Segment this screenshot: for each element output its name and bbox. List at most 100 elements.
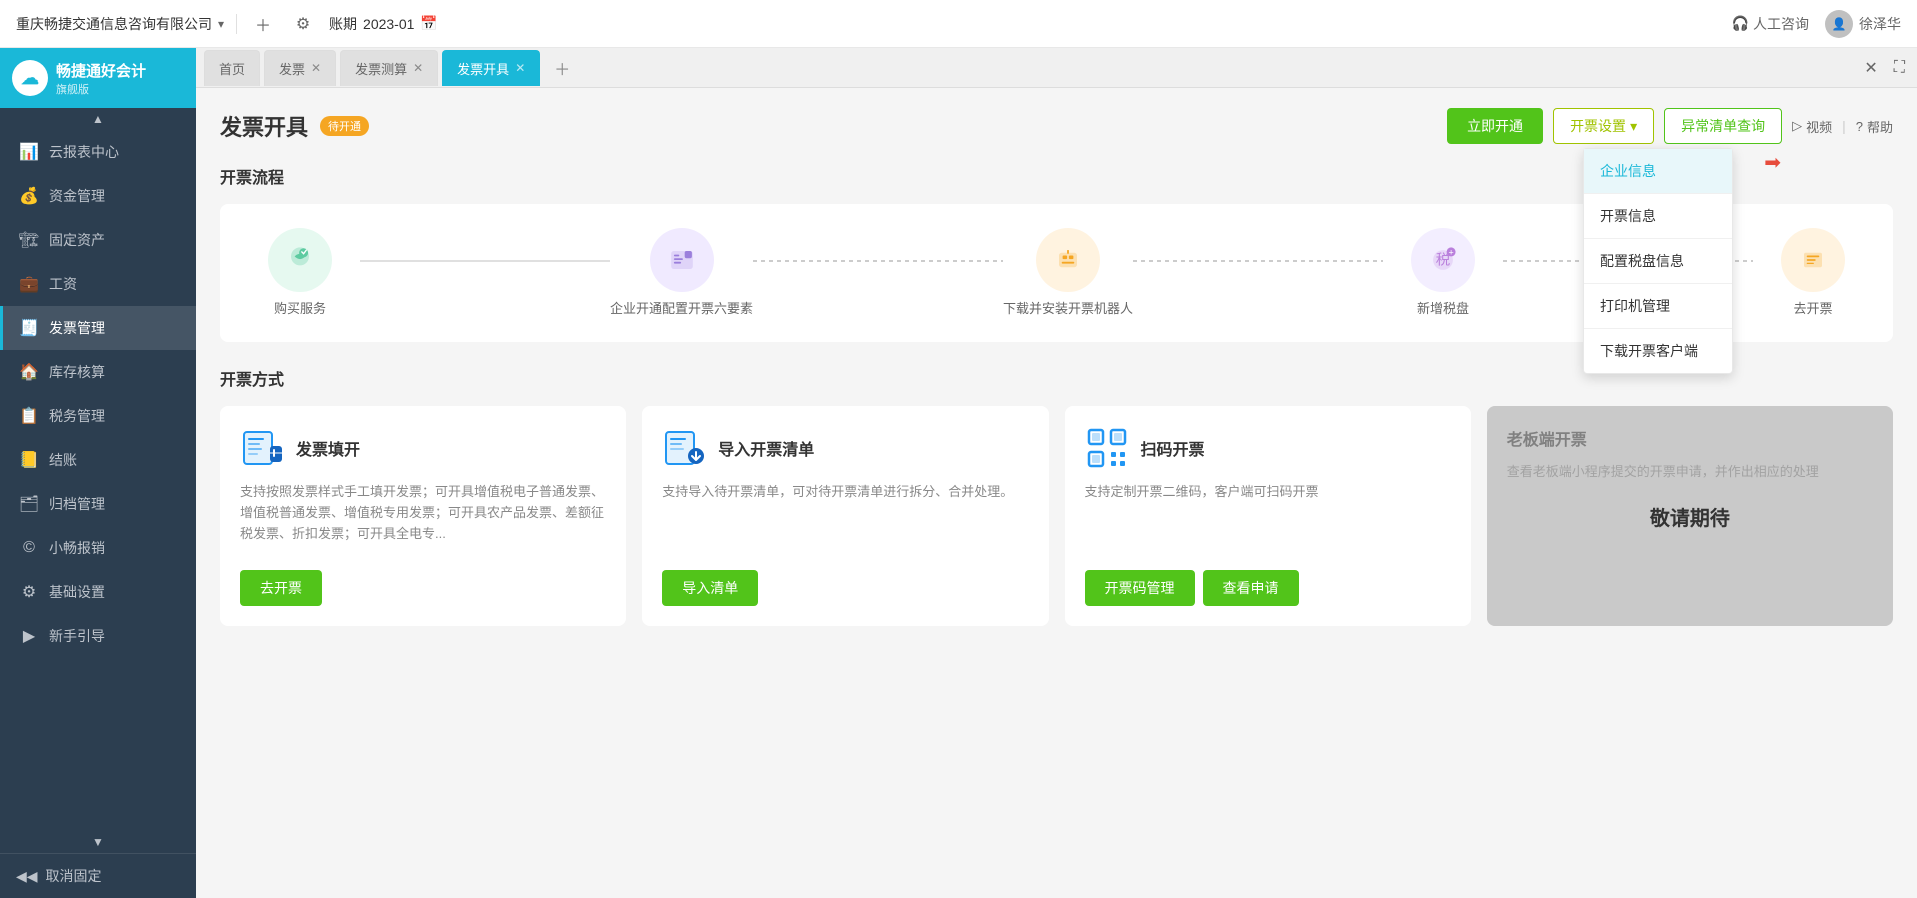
archive-icon: 🗂: [19, 494, 39, 514]
sidebar-item-payroll[interactable]: 💼 工资: [0, 262, 196, 306]
sidebar-label-cloud-report: 云报表中心: [49, 142, 119, 162]
sidebar-label-inventory: 库存核算: [49, 362, 105, 382]
fill-invoice-icon: [240, 426, 284, 470]
buy-service-icon: [268, 228, 332, 292]
sidebar-item-report[interactable]: © 小畅报销: [0, 526, 196, 570]
sidebar-label-report: 小畅报销: [49, 538, 105, 558]
tab-invoice[interactable]: 发票 ✕: [264, 50, 336, 86]
tab-add-button[interactable]: ＋: [544, 50, 580, 86]
sidebar-unpin-button[interactable]: ◀◀ 取消固定: [0, 853, 196, 898]
tab-close-all-button[interactable]: ✕: [1860, 54, 1881, 82]
period-label: 账期: [329, 14, 357, 34]
config-icon: [650, 228, 714, 292]
dropdown-item-printer[interactable]: 打印机管理: [1584, 284, 1732, 329]
connector-1: [360, 260, 610, 262]
tax-icon: 📋: [19, 406, 39, 426]
period-value: 2023-01: [363, 16, 414, 32]
connector-2: [753, 260, 1003, 262]
dropdown-item-tax-disk[interactable]: 配置税盘信息: [1584, 239, 1732, 284]
btn-separator: |: [1842, 118, 1846, 134]
headset-icon: 🎧: [1732, 15, 1749, 32]
import-button[interactable]: 导入清单: [662, 570, 758, 606]
settings-button-label: 开票设置: [1570, 116, 1626, 136]
help-button[interactable]: ? 帮助: [1856, 117, 1893, 136]
fill-invoice-button[interactable]: 去开票: [240, 570, 322, 606]
tab-invoice-calc-label: 发票测算: [355, 59, 407, 78]
scroll-down-indicator: ▼: [0, 831, 196, 853]
invoice-icon: 🧾: [19, 318, 39, 338]
fill-invoice-header: 发票填开: [240, 426, 606, 470]
sidebar-item-cloud-report[interactable]: 📊 云报表中心: [0, 130, 196, 174]
activate-button[interactable]: 立即开通: [1447, 108, 1543, 144]
company-selector[interactable]: 重庆畅捷交通信息咨询有限公司 ▾: [16, 14, 224, 34]
view-apply-button[interactable]: 查看申请: [1203, 570, 1299, 606]
tab-invoice-issue-close[interactable]: ✕: [515, 61, 525, 75]
cloud-report-icon: 📊: [19, 142, 39, 162]
tab-invoice-issue[interactable]: 发票开具 ✕: [442, 50, 540, 86]
sidebar-item-invoice[interactable]: 🧾 发票管理: [0, 306, 196, 350]
sidebar-item-settlement[interactable]: 📒 结账: [0, 438, 196, 482]
tab-invoice-close[interactable]: ✕: [311, 61, 321, 75]
settings-icon[interactable]: ⚙: [289, 10, 317, 38]
settings-button[interactable]: 开票设置 ▾: [1553, 108, 1654, 144]
sidebar-item-fund[interactable]: 💰 资金管理: [0, 174, 196, 218]
tab-home[interactable]: 首页: [204, 50, 260, 86]
fill-invoice-desc: 支持按照发票样式手工填开发票；可开具增值税电子普通发票、增值税普通发票、增值税专…: [240, 482, 606, 558]
sidebar-item-tax[interactable]: 📋 税务管理: [0, 394, 196, 438]
payroll-icon: 💼: [19, 274, 39, 294]
user-info[interactable]: 👤 徐泽华: [1825, 10, 1901, 38]
page-content: 发票开具 待开通 立即开通 开票设置 ▾ 异常清单查询 ▷ 视频 | ?: [196, 88, 1917, 898]
method-card-boss: 老板端开票 查看老板端小程序提交的开票申请，并作出相应的处理 敬请期待: [1487, 406, 1893, 626]
logo-sub: 旗舰版: [56, 81, 146, 97]
tab-invoice-calc[interactable]: 发票测算 ✕: [340, 50, 438, 86]
dropdown-item-invoice-info[interactable]: 开票信息: [1584, 194, 1732, 239]
play-icon: ▷: [1792, 118, 1802, 134]
tab-maximize-button[interactable]: ⛶: [1890, 55, 1909, 81]
report-icon: ©: [19, 538, 39, 558]
video-label: 视频: [1806, 117, 1832, 136]
human-consult-button[interactable]: 🎧 人工咨询: [1732, 14, 1809, 34]
methods-section: 开票方式: [220, 366, 1893, 626]
tab-invoice-calc-close[interactable]: ✕: [413, 61, 423, 75]
account-period: 账期 2023-01 📅: [329, 14, 438, 34]
go-invoice-icon: [1781, 228, 1845, 292]
flow-step-buy-service: 购买服务: [240, 228, 360, 318]
flow-step-go-invoice: 去开票: [1753, 228, 1873, 318]
qr-manage-button[interactable]: 开票码管理: [1085, 570, 1195, 606]
boss-overlay: 敬请期待: [1487, 406, 1893, 626]
sidebar-scroll: 📊 云报表中心 💰 资金管理 🏗 固定资产 💼 工资 🧾 发票管理 🏠: [0, 130, 196, 831]
sidebar-item-settings[interactable]: ⚙ 基础设置: [0, 570, 196, 614]
video-button[interactable]: ▷ 视频: [1792, 117, 1832, 136]
main-layout: ☁ 畅捷通好会计 旗舰版 ▲ 📊 云报表中心 💰 资金管理 🏗 固定资产 💼: [0, 48, 1917, 898]
scroll-up-indicator: ▲: [0, 108, 196, 130]
fill-invoice-title: 发票填开: [296, 436, 360, 460]
download-icon: [1036, 228, 1100, 292]
connector-3: [1133, 260, 1383, 262]
sidebar-label-fund: 资金管理: [49, 186, 105, 206]
unpin-icon: ◀◀: [16, 868, 38, 885]
sidebar-label-settings: 基础设置: [49, 582, 105, 602]
dropdown-item-download-client[interactable]: 下载开票客户端: [1584, 329, 1732, 373]
go-invoice-label: 去开票: [1794, 300, 1833, 318]
sidebar-item-archive[interactable]: 🗂 归档管理: [0, 482, 196, 526]
method-card-scan: 扫码开票 支持定制开票二维码，客户端可扫码开票 开票码管理 查看申请: [1065, 406, 1471, 626]
scan-header: 扫码开票: [1085, 426, 1451, 470]
sidebar-item-inventory[interactable]: 🏠 库存核算: [0, 350, 196, 394]
logo-icon: ☁: [12, 60, 48, 96]
sidebar-item-fixed-asset[interactable]: 🏗 固定资产: [0, 218, 196, 262]
tab-invoice-issue-label: 发票开具: [457, 59, 509, 78]
import-icon: [662, 426, 706, 470]
calendar-icon[interactable]: 📅: [420, 15, 437, 32]
tab-bar: 首页 发票 ✕ 发票测算 ✕ 发票开具 ✕ ＋ ✕ ⛶: [196, 48, 1917, 88]
guide-icon: ▶: [19, 626, 39, 646]
exception-button[interactable]: 异常清单查询: [1664, 108, 1782, 144]
download-label: 下载并安装开票机器人: [1003, 300, 1133, 318]
settlement-icon: 📒: [19, 450, 39, 470]
sidebar-item-guide[interactable]: ▶ 新手引导: [0, 614, 196, 658]
top-bar-right: 🎧 人工咨询 👤 徐泽华: [1732, 10, 1901, 38]
tab-invoice-label: 发票: [279, 59, 305, 78]
top-bar: 重庆畅捷交通信息咨询有限公司 ▾ ＋ ⚙ 账期 2023-01 📅 🎧 人工咨询…: [0, 0, 1917, 48]
config-label: 企业开通配置开票六要素: [610, 300, 753, 318]
add-company-button[interactable]: ＋: [249, 10, 277, 38]
dropdown-item-company-info[interactable]: 企业信息: [1584, 149, 1732, 194]
